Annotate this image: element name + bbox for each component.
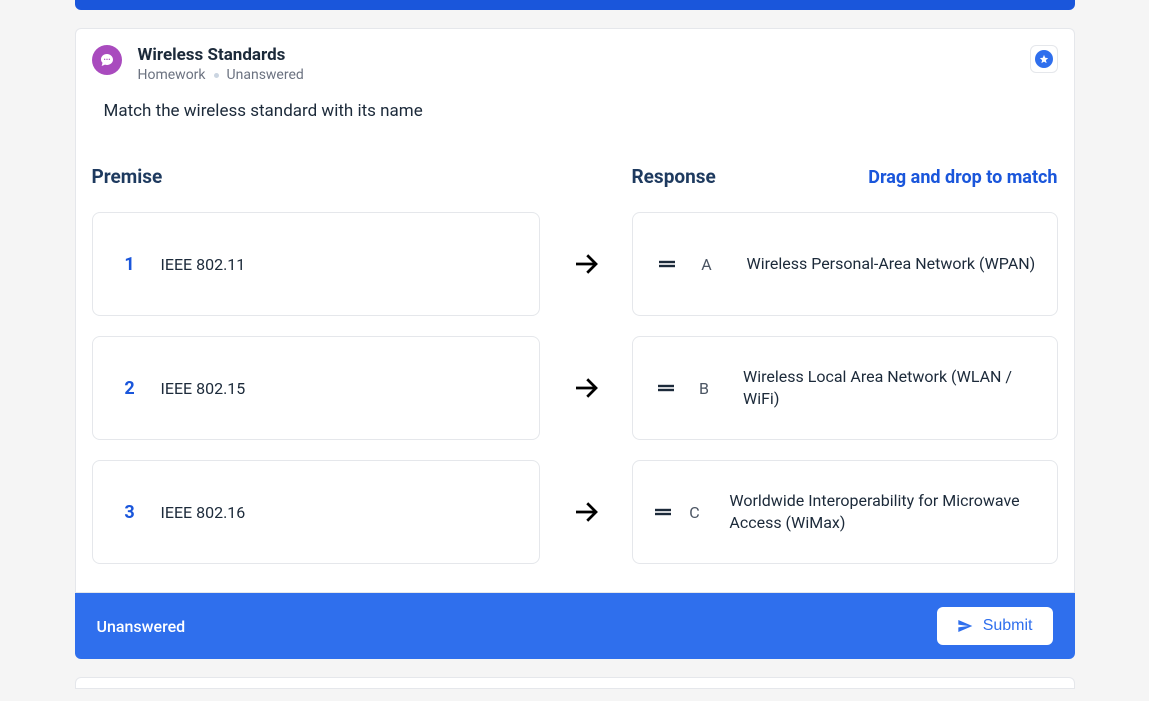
- arrow-right-icon: [540, 336, 632, 440]
- question-category: Homework: [138, 67, 206, 83]
- match-row: 2 IEEE 802.15 B Wireless Local Area Netw…: [92, 336, 1058, 440]
- question-card: Wireless Standards Homework Unanswered M…: [75, 28, 1075, 593]
- response-text: Worldwide Interoperability for Microwave…: [729, 490, 1036, 535]
- bookmark-button[interactable]: [1030, 45, 1058, 73]
- response-letter: A: [687, 255, 727, 274]
- response-box[interactable]: B Wireless Local Area Network (WLAN / Wi…: [632, 336, 1058, 440]
- drag-handle-icon[interactable]: [653, 383, 680, 393]
- submit-button-label: Submit: [983, 617, 1033, 635]
- paper-plane-icon: [957, 618, 973, 634]
- question-status: Unanswered: [227, 67, 304, 83]
- premise-number: 3: [113, 502, 147, 523]
- premise-number: 1: [113, 254, 147, 275]
- premise-header: Premise: [92, 165, 540, 188]
- match-row: 3 IEEE 802.16 C Worldwide Interoperabili…: [92, 460, 1058, 564]
- premise-box: 2 IEEE 802.15: [92, 336, 540, 440]
- matching-rows: 1 IEEE 802.11 A Wireless Personal-Area N…: [76, 188, 1074, 592]
- question-meta: Homework Unanswered: [138, 67, 1058, 83]
- meta-separator-dot: [214, 73, 219, 78]
- response-text: Wireless Personal-Area Network (WPAN): [747, 253, 1036, 275]
- premise-number: 2: [113, 378, 147, 399]
- response-box[interactable]: C Worldwide Interoperability for Microwa…: [632, 460, 1058, 564]
- star-icon: [1035, 50, 1053, 68]
- response-box[interactable]: A Wireless Personal-Area Network (WPAN): [632, 212, 1058, 316]
- question-prompt: Match the wireless standard with its nam…: [76, 83, 1074, 147]
- premise-box: 1 IEEE 802.11: [92, 212, 540, 316]
- response-letter: C: [679, 503, 709, 522]
- card-header: Wireless Standards Homework Unanswered: [76, 29, 1074, 83]
- question-title: Wireless Standards: [138, 45, 1058, 65]
- arrow-right-icon: [540, 460, 632, 564]
- premise-text: IEEE 802.15: [161, 379, 246, 398]
- next-card-peek: [75, 677, 1075, 689]
- match-row: 1 IEEE 802.11 A Wireless Personal-Area N…: [92, 212, 1058, 316]
- arrow-right-icon: [540, 212, 632, 316]
- footer-status: Unanswered: [97, 617, 186, 636]
- drag-hint-label: Drag and drop to match: [868, 167, 1057, 188]
- drag-handle-icon[interactable]: [653, 259, 681, 269]
- submit-button[interactable]: Submit: [937, 607, 1053, 645]
- premise-box: 3 IEEE 802.16: [92, 460, 540, 564]
- response-letter: B: [685, 379, 723, 398]
- chat-bubble-icon: [92, 45, 122, 75]
- prev-card-footer-peek: [75, 0, 1075, 10]
- drag-handle-icon[interactable]: [653, 507, 674, 517]
- premise-text: IEEE 802.16: [161, 503, 246, 522]
- columns-header: Premise Response Drag and drop to match: [76, 165, 1074, 188]
- premise-text: IEEE 802.11: [161, 255, 246, 274]
- card-footer: Unanswered Submit: [75, 593, 1075, 659]
- response-text: Wireless Local Area Network (WLAN / WiFi…: [743, 366, 1037, 411]
- response-header: Response: [632, 165, 716, 188]
